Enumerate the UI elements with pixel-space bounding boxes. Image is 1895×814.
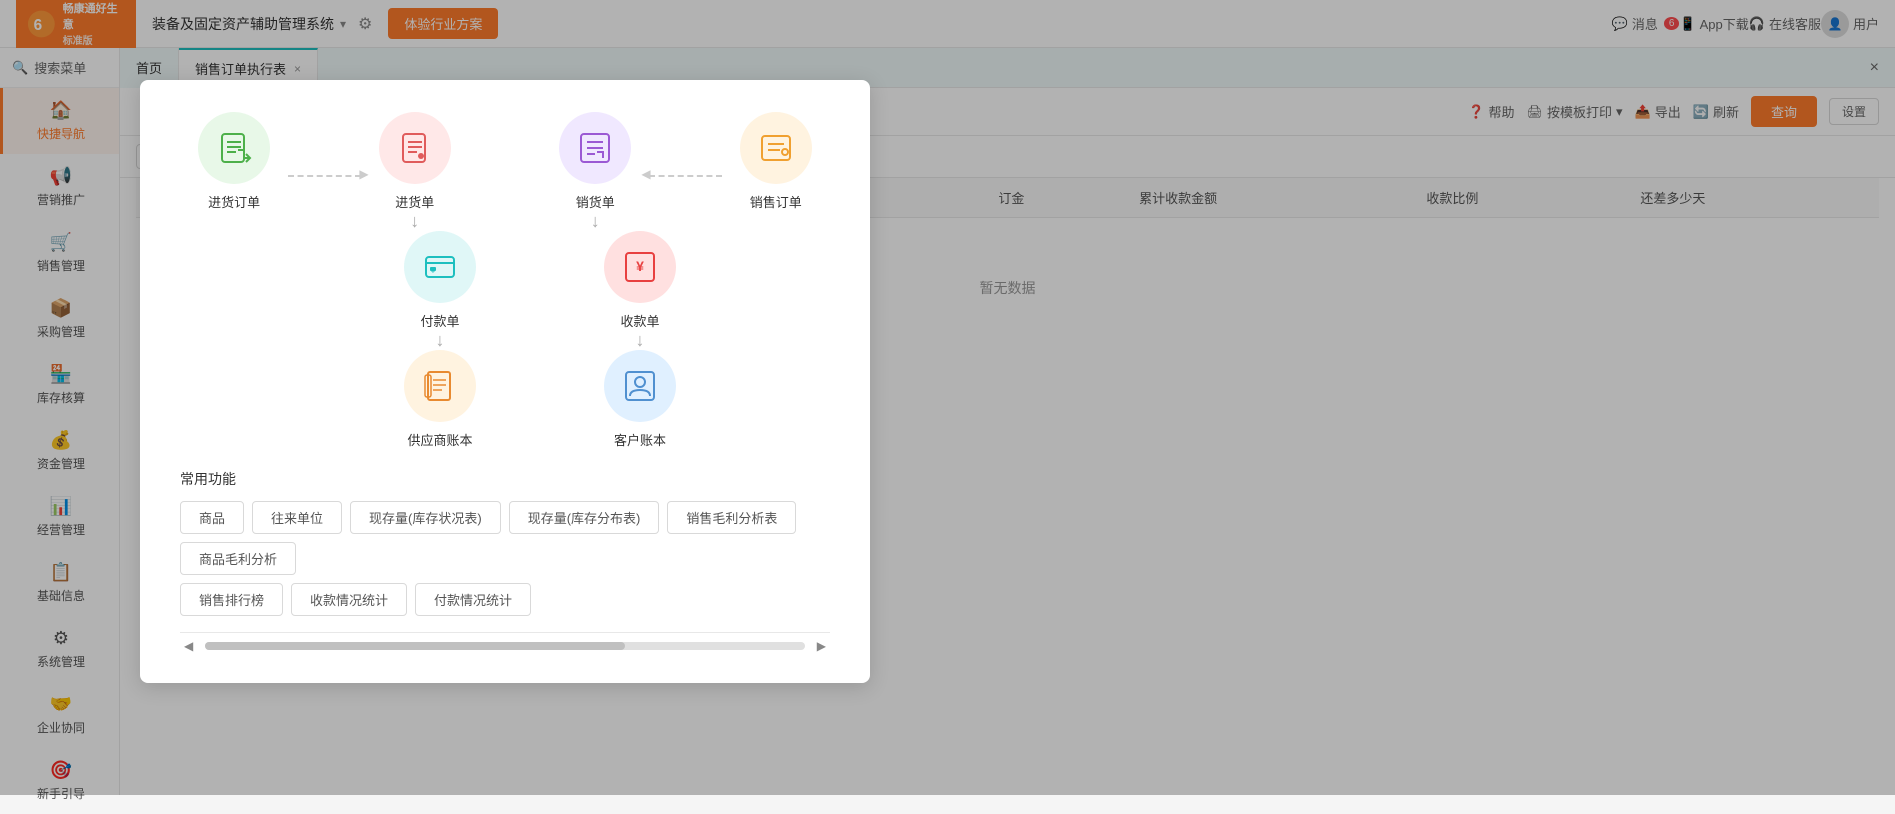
receipt-icon: ¥ bbox=[622, 249, 658, 285]
func-btn-payment-stats[interactable]: 付款情况统计 bbox=[415, 583, 531, 616]
func-buttons-row2: 销售排行榜 收款情况统计 付款情况统计 bbox=[180, 583, 830, 616]
purchase-order-label: 进货订单 bbox=[208, 192, 260, 211]
flow-item-receipt[interactable]: ¥ 收款单 bbox=[580, 231, 700, 330]
flow-item-purchase-bill[interactable]: 进货单 bbox=[361, 112, 469, 211]
flow-item-purchase-order[interactable]: 进货订单 bbox=[180, 112, 288, 211]
sales-bill-icon bbox=[577, 130, 613, 166]
func-btn-stock-dist[interactable]: 现存量(库存分布表) bbox=[509, 501, 660, 534]
purchase-order-icon bbox=[216, 130, 252, 166]
scroll-right-button[interactable]: ▶ bbox=[813, 639, 830, 653]
purchase-bill-icon bbox=[397, 130, 433, 166]
customer-ledger-icon bbox=[622, 368, 658, 404]
svg-text:¥: ¥ bbox=[430, 266, 436, 275]
sales-order-label: 销售订单 bbox=[750, 192, 802, 211]
sales-bill-label: 销货单 bbox=[576, 192, 615, 211]
customer-ledger-circle bbox=[604, 350, 676, 422]
func-buttons-row1: 商品 往来单位 现存量(库存状况表) 现存量(库存分布表) 销售毛利分析表 商品… bbox=[180, 501, 830, 575]
func-btn-product[interactable]: 商品 bbox=[180, 501, 244, 534]
flow-item-sales-order[interactable]: 销售订单 bbox=[722, 112, 830, 211]
func-btn-receipt-stats[interactable]: 收款情况统计 bbox=[291, 583, 407, 616]
flow-item-customer-ledger[interactable]: 客户账本 bbox=[580, 350, 700, 449]
customer-ledger-label: 客户账本 bbox=[614, 430, 666, 449]
scroll-left-button[interactable]: ◀ bbox=[180, 639, 197, 653]
purchase-bill-label: 进货单 bbox=[395, 192, 434, 211]
supplier-ledger-label: 供应商账本 bbox=[407, 430, 472, 449]
supplier-ledger-icon bbox=[422, 368, 458, 404]
common-func-title: 常用功能 bbox=[180, 469, 830, 489]
payment-icon: ¥ bbox=[422, 249, 458, 285]
sales-order-circle bbox=[740, 112, 812, 184]
receipt-label: 收款单 bbox=[620, 311, 659, 330]
payment-label: 付款单 bbox=[420, 311, 459, 330]
func-btn-product-gross[interactable]: 商品毛利分析 bbox=[180, 542, 296, 575]
flow-item-supplier-ledger[interactable]: 供应商账本 bbox=[380, 350, 500, 449]
common-func-section: 常用功能 商品 往来单位 现存量(库存状况表) 现存量(库存分布表) 销售毛利分… bbox=[180, 469, 830, 616]
supplier-ledger-circle bbox=[404, 350, 476, 422]
flow-item-sales-bill[interactable]: 销货单 bbox=[541, 112, 649, 211]
func-btn-contacts[interactable]: 往来单位 bbox=[252, 501, 342, 534]
scroll-track bbox=[205, 642, 805, 650]
quick-nav-popup: 进货订单 ▶ 进货单 bbox=[140, 80, 870, 683]
func-btn-stock-status[interactable]: 现存量(库存状况表) bbox=[350, 501, 501, 534]
scroll-area: ◀ ▶ bbox=[180, 632, 830, 659]
svg-text:¥: ¥ bbox=[636, 258, 644, 274]
purchase-order-circle bbox=[198, 112, 270, 184]
payment-circle: ¥ bbox=[404, 231, 476, 303]
func-btn-sales-rank[interactable]: 销售排行榜 bbox=[180, 583, 283, 616]
purchase-bill-circle bbox=[379, 112, 451, 184]
func-btn-sales-gross[interactable]: 销售毛利分析表 bbox=[667, 501, 796, 534]
sales-order-icon bbox=[758, 130, 794, 166]
receipt-circle: ¥ bbox=[604, 231, 676, 303]
flow-item-payment[interactable]: ¥ 付款单 bbox=[380, 231, 500, 330]
scroll-thumb[interactable] bbox=[205, 642, 625, 650]
sales-bill-circle bbox=[559, 112, 631, 184]
